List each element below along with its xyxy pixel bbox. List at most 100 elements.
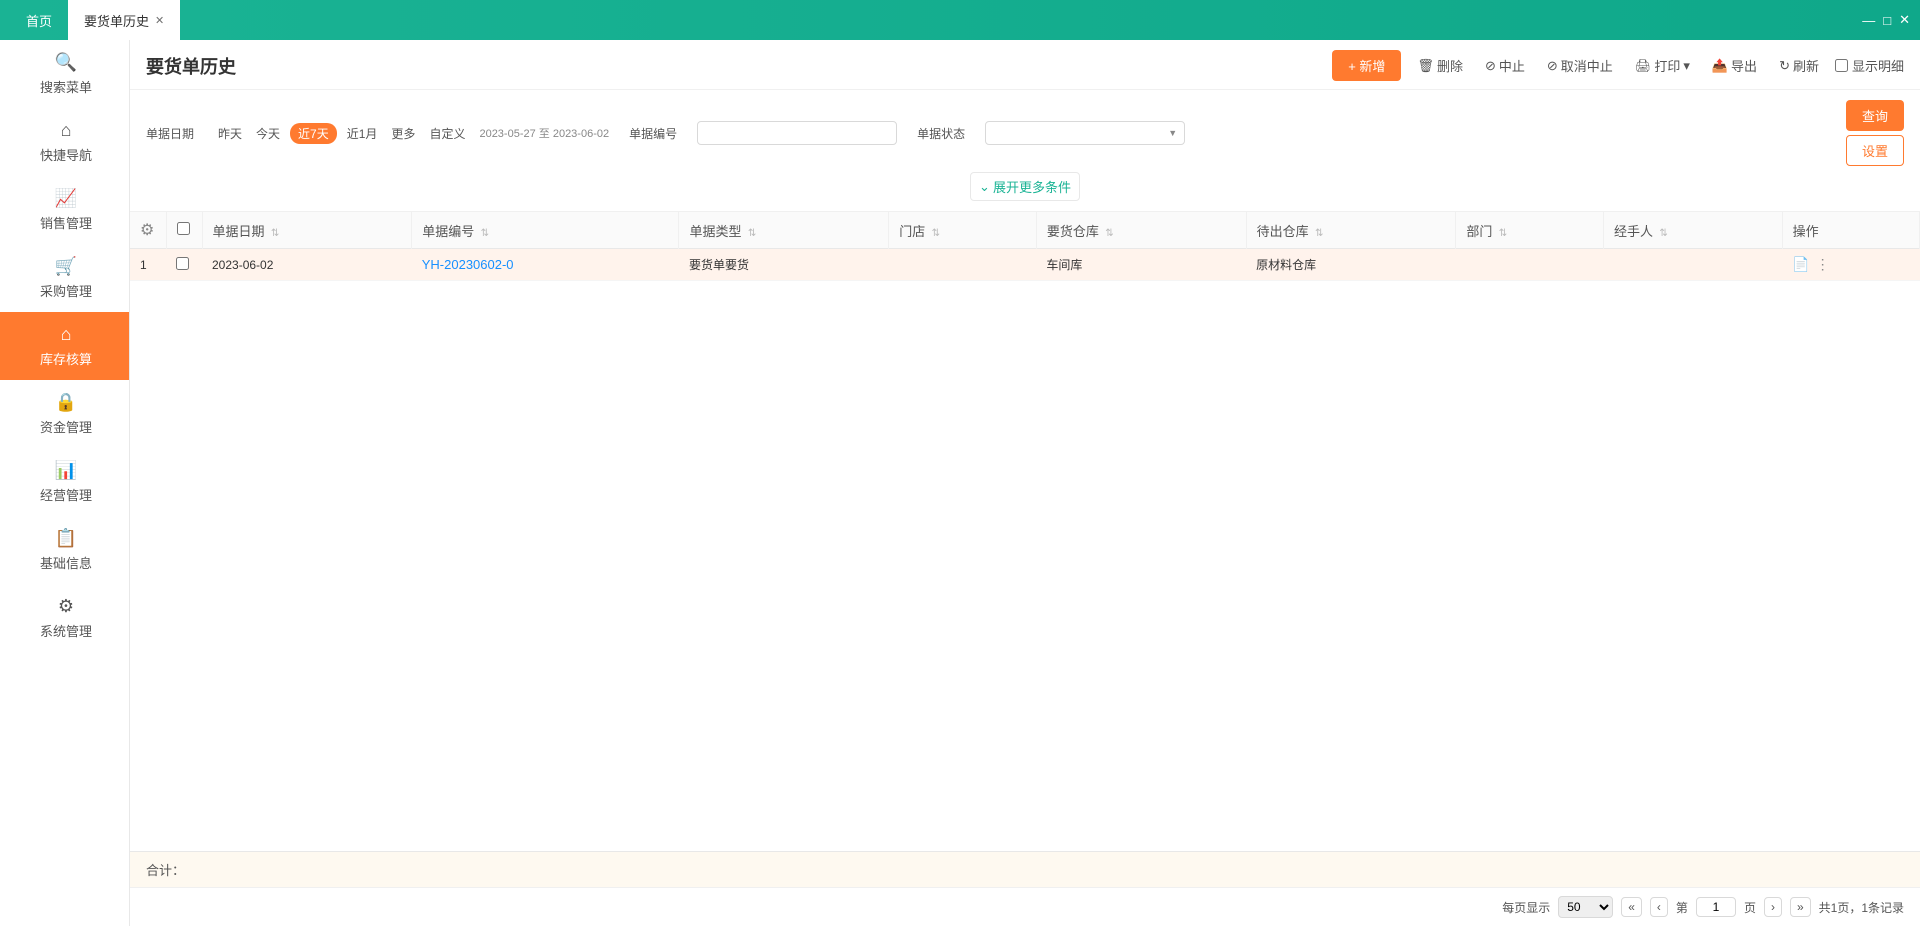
stop-button[interactable]: ⊘ 中止 [1479, 52, 1531, 79]
expand-more-label: 展开更多条件 [993, 177, 1071, 196]
sort-date-icon[interactable]: ⇅ [271, 228, 279, 239]
sidebar-item-purchase[interactable]: 🛒 采购管理 [0, 244, 129, 312]
sort-department-icon[interactable]: ⇅ [1499, 228, 1507, 239]
sidebar-item-finance-label: 资金管理 [40, 417, 92, 436]
first-page-btn[interactable]: « [1621, 897, 1642, 917]
refresh-icon: ↻ [1779, 58, 1790, 74]
row-order-no: YH-20230602-0 [412, 249, 679, 281]
column-pending-warehouse: 待出仓库 ⇅ [1246, 212, 1456, 249]
sidebar-item-operations[interactable]: 📊 经营管理 [0, 448, 129, 516]
row-department [1456, 249, 1604, 281]
date-btn-7days[interactable]: 近7天 [290, 123, 337, 144]
refresh-button[interactable]: ↻ 刷新 [1773, 52, 1825, 79]
column-handler: 经手人 ⇅ [1603, 212, 1782, 249]
expand-row: ⌄ 展开更多条件 [146, 172, 1904, 201]
cancel-stop-icon: ⊘ [1547, 58, 1558, 74]
sort-pending-warehouse-icon[interactable]: ⇅ [1315, 228, 1323, 239]
export-button[interactable]: 📤 导出 [1706, 52, 1763, 79]
row-index: 1 [130, 249, 166, 281]
column-type: 单据类型 ⇅ [679, 212, 889, 249]
cancel-stop-button[interactable]: ⊘ 取消中止 [1541, 52, 1619, 79]
date-btn-today[interactable]: 今天 [252, 123, 284, 144]
date-filter-label: 单据日期 [146, 125, 194, 142]
action-icons: 📄 ⋮ [1792, 256, 1909, 273]
display-detail-checkbox[interactable]: 显示明细 [1835, 56, 1904, 75]
expand-chevron-icon: ⌄ [979, 179, 990, 195]
export-icon: 📤 [1712, 58, 1728, 74]
sidebar-item-system[interactable]: ⚙ 系统管理 [0, 584, 129, 652]
filter-row-1: 单据日期 昨天 今天 近7天 近1月 更多 自定义 2023-05-27 至 2… [146, 100, 1904, 166]
page-header: 要货单历史 + 新增 🗑 删除 ⊘ 中止 ⊘ 取消中止 🖨 打印 [130, 40, 1920, 90]
column-settings-icon[interactable]: ⚙ [140, 222, 154, 239]
date-btn-yesterday[interactable]: 昨天 [214, 123, 246, 144]
expand-more-btn[interactable]: ⌄ 展开更多条件 [970, 172, 1080, 201]
data-table: ⚙ 单据日期 ⇅ 单据编号 ⇅ [130, 212, 1920, 281]
prev-page-btn[interactable]: ‹ [1650, 897, 1668, 917]
new-button[interactable]: + 新增 [1332, 50, 1401, 81]
window-maximize[interactable]: □ [1883, 13, 1891, 28]
page-size-select[interactable]: 50 10 20 100 [1558, 896, 1613, 918]
sidebar-item-quicknav[interactable]: ⌂ 快捷导航 [0, 108, 129, 176]
sidebar-item-sales-label: 销售管理 [40, 213, 92, 232]
sort-store-icon[interactable]: ⇅ [932, 228, 940, 239]
column-order-no: 单据编号 ⇅ [412, 212, 679, 249]
total-info: 共1页，1条记录 [1819, 899, 1904, 916]
sidebar-item-search[interactable]: 🔍 搜索菜单 [0, 40, 129, 108]
status-label: 单据状态 [917, 125, 965, 142]
sidebar-item-baseinfo[interactable]: 📋 基础信息 [0, 516, 129, 584]
row-req-warehouse: 车间库 [1036, 249, 1246, 281]
row-checkbox [166, 249, 202, 281]
page-input[interactable] [1696, 897, 1736, 917]
row-date: 2023-06-02 [202, 249, 412, 281]
select-all-checkbox[interactable] [177, 222, 190, 235]
baseinfo-icon: 📋 [55, 528, 77, 549]
sidebar-item-sales[interactable]: 📈 销售管理 [0, 176, 129, 244]
date-btn-more[interactable]: 更多 [387, 123, 419, 144]
tab-order-history[interactable]: 要货单历史 ✕ [68, 0, 180, 40]
tab-order-history-label: 要货单历史 [84, 11, 149, 30]
window-minimize[interactable]: — [1862, 13, 1875, 28]
date-btn-1month[interactable]: 近1月 [343, 123, 382, 144]
operations-icon: 📊 [55, 460, 77, 481]
sort-order-no-icon[interactable]: ⇅ [481, 228, 489, 239]
main-layout: 🔍 搜索菜单 ⌂ 快捷导航 📈 销售管理 🛒 采购管理 ⌂ 库存核算 🔒 资金管… [0, 40, 1920, 926]
row-type: 要货单要货 [679, 249, 889, 281]
column-checkbox [166, 212, 202, 249]
print-button[interactable]: 🖨 打印 ▾ [1629, 52, 1696, 79]
order-no-link[interactable]: YH-20230602-0 [422, 257, 514, 272]
row-actions: 📄 ⋮ [1782, 249, 1919, 281]
sort-handler-icon[interactable]: ⇅ [1659, 228, 1667, 239]
order-no-label: 单据编号 [629, 125, 677, 142]
sort-req-warehouse-icon[interactable]: ⇅ [1105, 228, 1113, 239]
table-footer: 合计： [130, 851, 1920, 887]
sort-type-icon[interactable]: ⇅ [748, 228, 756, 239]
summary-label: 合计： [146, 863, 185, 878]
delete-icon: 🗑 [1417, 58, 1434, 74]
sidebar-item-quicknav-label: 快捷导航 [40, 145, 92, 164]
tab-close-icon[interactable]: ✕ [155, 14, 164, 27]
delete-button[interactable]: 🗑 删除 [1411, 52, 1469, 79]
sidebar-item-inventory[interactable]: ⌂ 库存核算 [0, 312, 129, 380]
row-select-checkbox[interactable] [176, 257, 189, 270]
print-chevron: ▾ [1683, 58, 1690, 74]
display-detail-check[interactable] [1835, 59, 1848, 72]
query-button[interactable]: 查询 [1846, 100, 1904, 131]
sidebar-item-finance[interactable]: 🔒 资金管理 [0, 380, 129, 448]
date-btn-custom[interactable]: 自定义 [425, 123, 469, 144]
order-no-input[interactable] [697, 121, 897, 145]
jump-label: 第 [1676, 899, 1688, 916]
next-page-btn[interactable]: › [1764, 897, 1782, 917]
search-menu-icon: 🔍 [55, 52, 77, 73]
status-select[interactable] [985, 121, 1185, 145]
finance-icon: 🔒 [55, 392, 77, 413]
tab-home[interactable]: 首页 [10, 0, 68, 40]
stop-icon: ⊘ [1485, 58, 1496, 74]
row-more-icon[interactable]: ⋮ [1816, 256, 1830, 273]
page-unit: 页 [1744, 899, 1756, 916]
filter-settings-button[interactable]: 设置 [1846, 135, 1904, 166]
row-edit-icon[interactable]: 📄 [1792, 256, 1809, 273]
window-close[interactable]: ✕ [1899, 12, 1910, 28]
window-controls: — □ ✕ [1862, 12, 1910, 28]
row-handler [1603, 249, 1782, 281]
last-page-btn[interactable]: » [1790, 897, 1811, 917]
